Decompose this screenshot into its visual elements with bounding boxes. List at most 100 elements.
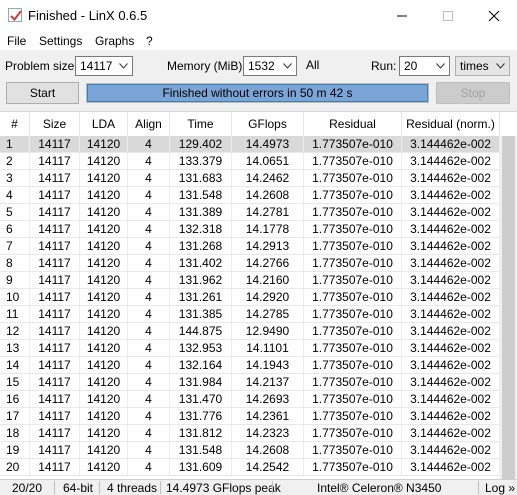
memory-combo[interactable]: 1532 [243, 56, 297, 76]
table-cell: 4 [128, 238, 170, 254]
chevron-down-icon [436, 63, 445, 69]
table-cell: 1.773507e-010 [304, 340, 402, 356]
table-cell: 14.2785 [232, 306, 304, 322]
table-cell: 14.0651 [232, 153, 304, 169]
table-row[interactable]: 3 14117 14120 4 131.683 14.2462 1.773507e-010 3… [0, 170, 500, 187]
table-row[interactable]: 14 14117 14120 4 132.164 14.1943 1.773507e-010… [0, 357, 500, 374]
table-cell: 4 [128, 442, 170, 458]
table-row[interactable]: 11 14117 14120 4 131.385 14.2785 1.773507e-010… [0, 306, 500, 323]
table-cell: 132.164 [170, 357, 232, 373]
table-cell: 1.773507e-010 [304, 136, 402, 152]
table-row[interactable]: 4 14117 14120 4 131.548 14.2608 1.773507e-010 3… [0, 187, 500, 204]
table-cell: 14.2920 [232, 289, 304, 305]
menu-help[interactable]: ? [146, 34, 153, 48]
table-row[interactable]: 13 14117 14120 4 132.953 14.1101 1.773507e-010… [0, 340, 500, 357]
table-cell: 3.144462e-002 [402, 340, 500, 356]
table-cell: 4 [128, 170, 170, 186]
table-cell: 4 [128, 289, 170, 305]
table-cell: 14120 [80, 153, 128, 169]
table-cell: 3.144462e-002 [402, 153, 500, 169]
vertical-scrollbar[interactable] [500, 136, 517, 480]
title-bar: Finished - LinX 0.6.5 [0, 0, 517, 32]
column-header[interactable]: Time [170, 112, 232, 136]
table-cell: 14117 [30, 221, 80, 237]
table-cell: 131.402 [170, 255, 232, 271]
column-header[interactable]: # [0, 112, 30, 136]
table-cell: 14117 [30, 272, 80, 288]
menu-file[interactable]: File [7, 34, 26, 48]
table-row[interactable]: 6 14117 14120 4 132.318 14.1778 1.773507e-010 3… [0, 221, 500, 238]
table-cell: 14 [0, 357, 30, 373]
menu-graphs[interactable]: Graphs [95, 34, 134, 48]
table-cell: 14.2913 [232, 238, 304, 254]
table-cell: 19 [0, 442, 30, 458]
table-row[interactable]: 8 14117 14120 4 131.402 14.2766 1.773507e-010 3… [0, 255, 500, 272]
table-row[interactable]: 17 14117 14120 4 131.776 14.2361 1.773507e-010… [0, 408, 500, 425]
table-row[interactable]: 15 14117 14120 4 131.984 14.2137 1.773507e-010… [0, 374, 500, 391]
table-cell: 3.144462e-002 [402, 391, 500, 407]
table-row[interactable]: 1 14117 14120 4 129.402 14.4973 1.773507e-010 3… [0, 136, 500, 153]
table-cell: 14120 [80, 442, 128, 458]
table-row[interactable]: 10 14117 14120 4 131.261 14.2920 1.773507e-010… [0, 289, 500, 306]
table-cell: 14117 [30, 357, 80, 373]
start-button[interactable]: Start [6, 82, 79, 104]
table-cell: 1.773507e-010 [304, 204, 402, 220]
table-cell: 4 [128, 323, 170, 339]
table-cell: 14117 [30, 391, 80, 407]
table-cell: 14120 [80, 357, 128, 373]
table-cell: 1.773507e-010 [304, 374, 402, 390]
table-cell: 10 [0, 289, 30, 305]
table-cell: 4 [128, 204, 170, 220]
table-cell: 131.470 [170, 391, 232, 407]
run-unit-combo[interactable]: times [455, 56, 510, 76]
table-row[interactable]: 7 14117 14120 4 131.268 14.2913 1.773507e-010 3… [0, 238, 500, 255]
table-cell: 3.144462e-002 [402, 459, 500, 475]
table-row[interactable]: 18 14117 14120 4 131.812 14.2323 1.773507e-010… [0, 425, 500, 442]
run-unit-value: times [460, 59, 489, 73]
table-cell: 131.683 [170, 170, 232, 186]
table-cell: 3.144462e-002 [402, 289, 500, 305]
problem-size-combo[interactable]: 14117 [75, 56, 133, 76]
table-row[interactable]: 20 14117 14120 4 131.609 14.2542 1.773507e-010… [0, 459, 500, 476]
table-cell: 4 [128, 340, 170, 356]
run-count-combo[interactable]: 20 [399, 56, 450, 76]
table-cell: 14120 [80, 459, 128, 475]
column-header[interactable]: Residual [304, 112, 402, 136]
table-cell: 14117 [30, 374, 80, 390]
table-cell: 14.2323 [232, 425, 304, 441]
close-icon[interactable] [471, 0, 517, 32]
table-cell: 14.2766 [232, 255, 304, 271]
table-cell: 1.773507e-010 [304, 442, 402, 458]
column-header[interactable]: GFlops [232, 112, 304, 136]
column-header[interactable]: Size [30, 112, 80, 136]
table-row[interactable]: 16 14117 14120 4 131.470 14.2693 1.773507e-010… [0, 391, 500, 408]
peak-gflops-status: 14.4973 GFlops peak [166, 481, 281, 495]
table-cell: 14.1778 [232, 221, 304, 237]
maximize-icon[interactable] [425, 0, 471, 32]
table-cell: 6 [0, 221, 30, 237]
table-row[interactable]: 5 14117 14120 4 131.389 14.2781 1.773507e-010 3… [0, 204, 500, 221]
table-cell: 1.773507e-010 [304, 255, 402, 271]
all-button[interactable]: All [306, 58, 319, 72]
menu-settings[interactable]: Settings [39, 34, 82, 48]
column-header[interactable]: LDA [80, 112, 128, 136]
table-row[interactable]: 12 14117 14120 4 144.875 12.9490 1.773507e-010… [0, 323, 500, 340]
table-cell: 14117 [30, 204, 80, 220]
table-row[interactable]: 9 14117 14120 4 131.962 14.2160 1.773507e-010 3… [0, 272, 500, 289]
table-row[interactable]: 19 14117 14120 4 131.548 14.2608 1.773507e-010… [0, 442, 500, 459]
log-toggle[interactable]: Log » [485, 481, 515, 495]
table-cell: 131.984 [170, 374, 232, 390]
column-header[interactable]: Align [128, 112, 170, 136]
column-header[interactable]: Residual (norm.) [402, 112, 500, 136]
minimize-icon[interactable] [379, 0, 425, 32]
table-cell: 4 [128, 357, 170, 373]
table-row[interactable]: 2 14117 14120 4 133.379 14.0651 1.773507e-010 3… [0, 153, 500, 170]
scrollbar-thumb[interactable] [502, 136, 515, 480]
table-cell: 1.773507e-010 [304, 153, 402, 169]
table-cell: 14120 [80, 170, 128, 186]
status-divider [99, 481, 100, 494]
table-cell: 131.776 [170, 408, 232, 424]
table-cell: 12.9490 [232, 323, 304, 339]
table-cell: 3.144462e-002 [402, 255, 500, 271]
table-cell: 14120 [80, 136, 128, 152]
